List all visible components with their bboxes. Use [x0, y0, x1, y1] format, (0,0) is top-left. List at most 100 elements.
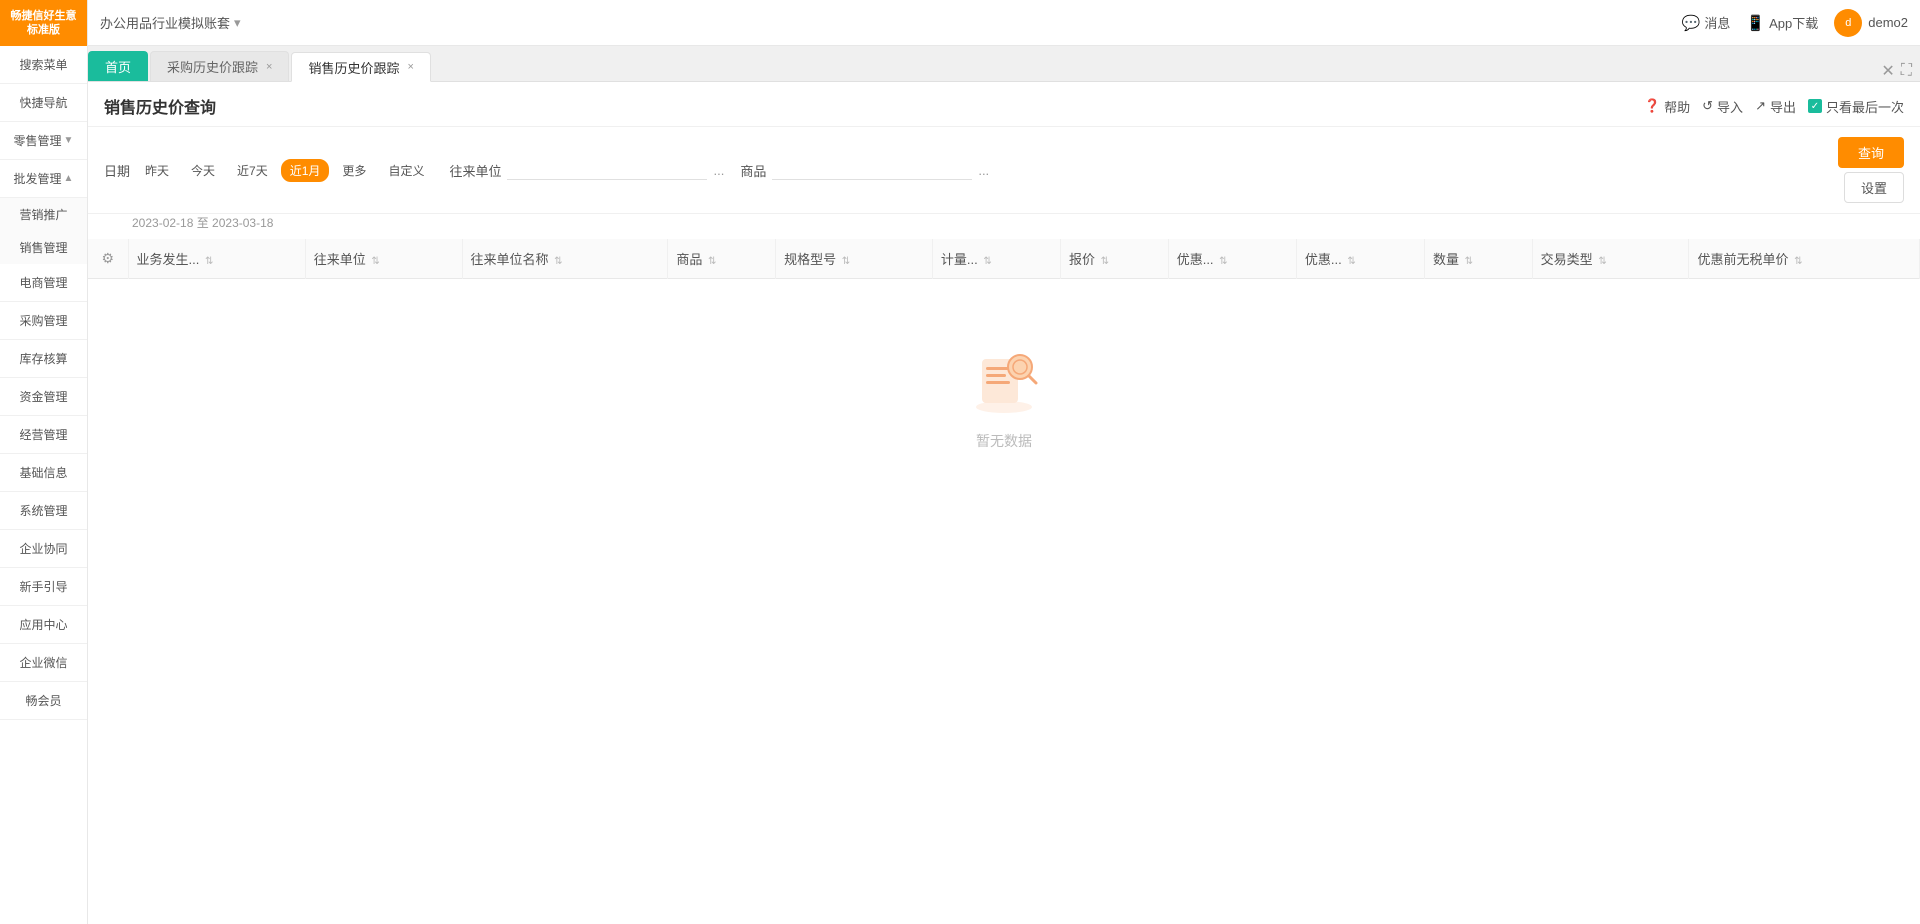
date-btn-7days[interactable]: 近7天 [228, 159, 277, 182]
wholesale-arrow-icon: ▲ [64, 173, 74, 184]
logo-subtext: 标准版 [27, 23, 60, 37]
sidebar-item-marketing[interactable]: 营销推广 [0, 198, 87, 231]
sort-arrows-trade-type: ⇅ [1598, 256, 1606, 267]
col-settings[interactable]: ⚙ [88, 239, 128, 279]
tab-purchase[interactable]: 采购历史价跟踪 × [150, 51, 289, 81]
col-partner-name[interactable]: 往来单位名称 ⇅ [462, 239, 668, 279]
partner-picker-btn[interactable]: ... [713, 163, 724, 178]
partner-filter: 往来单位 ... [449, 160, 724, 180]
sidebar-item-enterprise[interactable]: 企业协同 [0, 530, 87, 568]
col-product[interactable]: 商品 ⇅ [668, 239, 776, 279]
main-area: 办公用品行业模拟账套 ▾ 💬 消息 📱 App下载 d demo2 首页 采购历… [88, 0, 1920, 924]
sidebar-item-corp-wechat[interactable]: 企业微信 [0, 644, 87, 682]
sidebar-item-finance[interactable]: 资金管理 [0, 378, 87, 416]
tab-purchase-close[interactable]: × [266, 61, 272, 73]
message-icon: 💬 [1682, 14, 1701, 32]
dropdown-icon[interactable]: ▾ [234, 15, 241, 31]
data-table: ⚙ 业务发生... ⇅ 往来单位 ⇅ 往来单位名称 ⇅ [88, 239, 1920, 279]
sort-arrows-discount1: ⇅ [1219, 256, 1227, 267]
gear-icon[interactable]: ⚙ [101, 250, 114, 266]
product-picker-btn[interactable]: ... [978, 163, 989, 178]
avatar: d [1834, 9, 1862, 37]
sidebar-item-wholesale[interactable]: 批发管理 ▲ [0, 160, 87, 198]
date-filter: 日期 昨天 今天 近7天 近1月 更多 自定义 [104, 159, 433, 182]
sort-arrows-quantity: ⇅ [1465, 256, 1473, 267]
topbar: 办公用品行业模拟账套 ▾ 💬 消息 📱 App下载 d demo2 [88, 0, 1920, 46]
sidebar-item-member[interactable]: 畅会员 [0, 682, 87, 720]
product-input[interactable] [772, 160, 972, 180]
import-action[interactable]: ↺ 导入 [1702, 97, 1743, 116]
retail-arrow-icon: ▼ [64, 135, 74, 146]
col-trade-type[interactable]: 交易类型 ⇅ [1532, 239, 1689, 279]
sidebar-item-guide[interactable]: 新手引导 [0, 568, 87, 606]
export-icon: ↗ [1755, 98, 1766, 114]
tab-home[interactable]: 首页 [88, 51, 148, 81]
user-action[interactable]: d demo2 [1834, 9, 1908, 37]
app-download-action[interactable]: 📱 App下载 [1746, 13, 1818, 32]
query-button[interactable]: 查询 [1838, 137, 1904, 168]
col-biz-date[interactable]: 业务发生... ⇅ [128, 239, 305, 279]
page-content: 销售历史价查询 ❓ 帮助 ↺ 导入 ↗ 导出 只看最后一次 [88, 82, 1920, 924]
col-spec[interactable]: 规格型号 ⇅ [776, 239, 933, 279]
only-last-checkbox-label[interactable]: 只看最后一次 [1808, 97, 1904, 116]
sort-arrows-product: ⇅ [708, 256, 716, 267]
app-icon: 📱 [1746, 14, 1765, 32]
tab-close-all-icon[interactable]: ✕ [1881, 61, 1894, 81]
date-btn-custom[interactable]: 自定义 [379, 159, 433, 182]
col-pre-tax-price[interactable]: 优惠前无税单价 ⇅ [1689, 239, 1920, 279]
only-last-checkbox[interactable] [1808, 99, 1822, 113]
topbar-actions: 💬 消息 📱 App下载 d demo2 [1682, 9, 1908, 37]
sidebar-item-system[interactable]: 系统管理 [0, 492, 87, 530]
date-btn-1month[interactable]: 近1月 [281, 159, 330, 182]
sidebar-item-ops[interactable]: 经营管理 [0, 416, 87, 454]
username: demo2 [1868, 15, 1908, 30]
sidebar-item-inventory[interactable]: 库存核算 [0, 340, 87, 378]
date-buttons-group: 昨天 今天 近7天 近1月 更多 自定义 [136, 159, 433, 182]
logo-text: 畅捷信好生意 [11, 9, 77, 23]
sort-arrows-unit: ⇅ [983, 256, 991, 267]
sort-arrows-pre-tax-price: ⇅ [1794, 256, 1802, 267]
import-icon: ↺ [1702, 98, 1713, 114]
help-icon: ❓ [1644, 98, 1660, 114]
empty-icon [964, 339, 1044, 419]
sidebar-item-purchase[interactable]: 采购管理 [0, 302, 87, 340]
sidebar-item-quick-nav[interactable]: 快捷导航 [0, 84, 87, 122]
partner-label: 往来单位 [449, 161, 501, 180]
col-discount2[interactable]: 优惠... ⇅ [1296, 239, 1424, 279]
sidebar-item-ecom[interactable]: 电商管理 [0, 264, 87, 302]
empty-text: 暂无数据 [976, 431, 1032, 451]
page-title: 销售历史价查询 [104, 94, 216, 118]
tab-expand-icon[interactable]: ⛶ [1901, 62, 1912, 80]
col-price[interactable]: 报价 ⇅ [1061, 239, 1169, 279]
col-quantity[interactable]: 数量 ⇅ [1424, 239, 1532, 279]
date-btn-yesterday[interactable]: 昨天 [136, 159, 178, 182]
partner-input[interactable] [507, 160, 707, 180]
export-action[interactable]: ↗ 导出 [1755, 97, 1796, 116]
help-action[interactable]: ❓ 帮助 [1644, 97, 1690, 116]
product-label: 商品 [740, 161, 766, 180]
page-header: 销售历史价查询 ❓ 帮助 ↺ 导入 ↗ 导出 只看最后一次 [88, 82, 1920, 127]
col-unit[interactable]: 计量... ⇅ [932, 239, 1060, 279]
col-partner-code[interactable]: 往来单位 ⇅ [305, 239, 462, 279]
company-title: 办公用品行业模拟账套 [100, 13, 230, 32]
sidebar-item-retail[interactable]: 零售管理 ▼ [0, 122, 87, 160]
message-action[interactable]: 💬 消息 [1682, 13, 1731, 32]
tab-sales-close[interactable]: × [407, 61, 413, 73]
sort-arrows-discount2: ⇅ [1347, 256, 1355, 267]
page-header-actions: ❓ 帮助 ↺ 导入 ↗ 导出 只看最后一次 [1644, 97, 1904, 116]
sort-arrows-partner-name: ⇅ [554, 256, 562, 267]
sort-arrows-biz-date: ⇅ [205, 256, 213, 267]
sidebar-item-basic[interactable]: 基础信息 [0, 454, 87, 492]
tab-sales[interactable]: 销售历史价跟踪 × [291, 52, 430, 82]
filter-row: 日期 昨天 今天 近7天 近1月 更多 自定义 往来单位 ... 商品 ... [88, 127, 1920, 214]
date-label: 日期 [104, 161, 130, 180]
sort-arrows-spec: ⇅ [842, 256, 850, 267]
sidebar-item-search[interactable]: 搜索菜单 [0, 46, 87, 84]
col-discount1[interactable]: 优惠... ⇅ [1168, 239, 1296, 279]
sidebar-item-app-center[interactable]: 应用中心 [0, 606, 87, 644]
date-btn-more[interactable]: 更多 [333, 159, 375, 182]
settings-button[interactable]: 设置 [1844, 172, 1904, 203]
date-btn-today[interactable]: 今天 [182, 159, 224, 182]
sidebar-item-sales-mgmt[interactable]: 销售管理 [0, 231, 87, 264]
sort-arrows-partner-code: ⇅ [371, 256, 379, 267]
